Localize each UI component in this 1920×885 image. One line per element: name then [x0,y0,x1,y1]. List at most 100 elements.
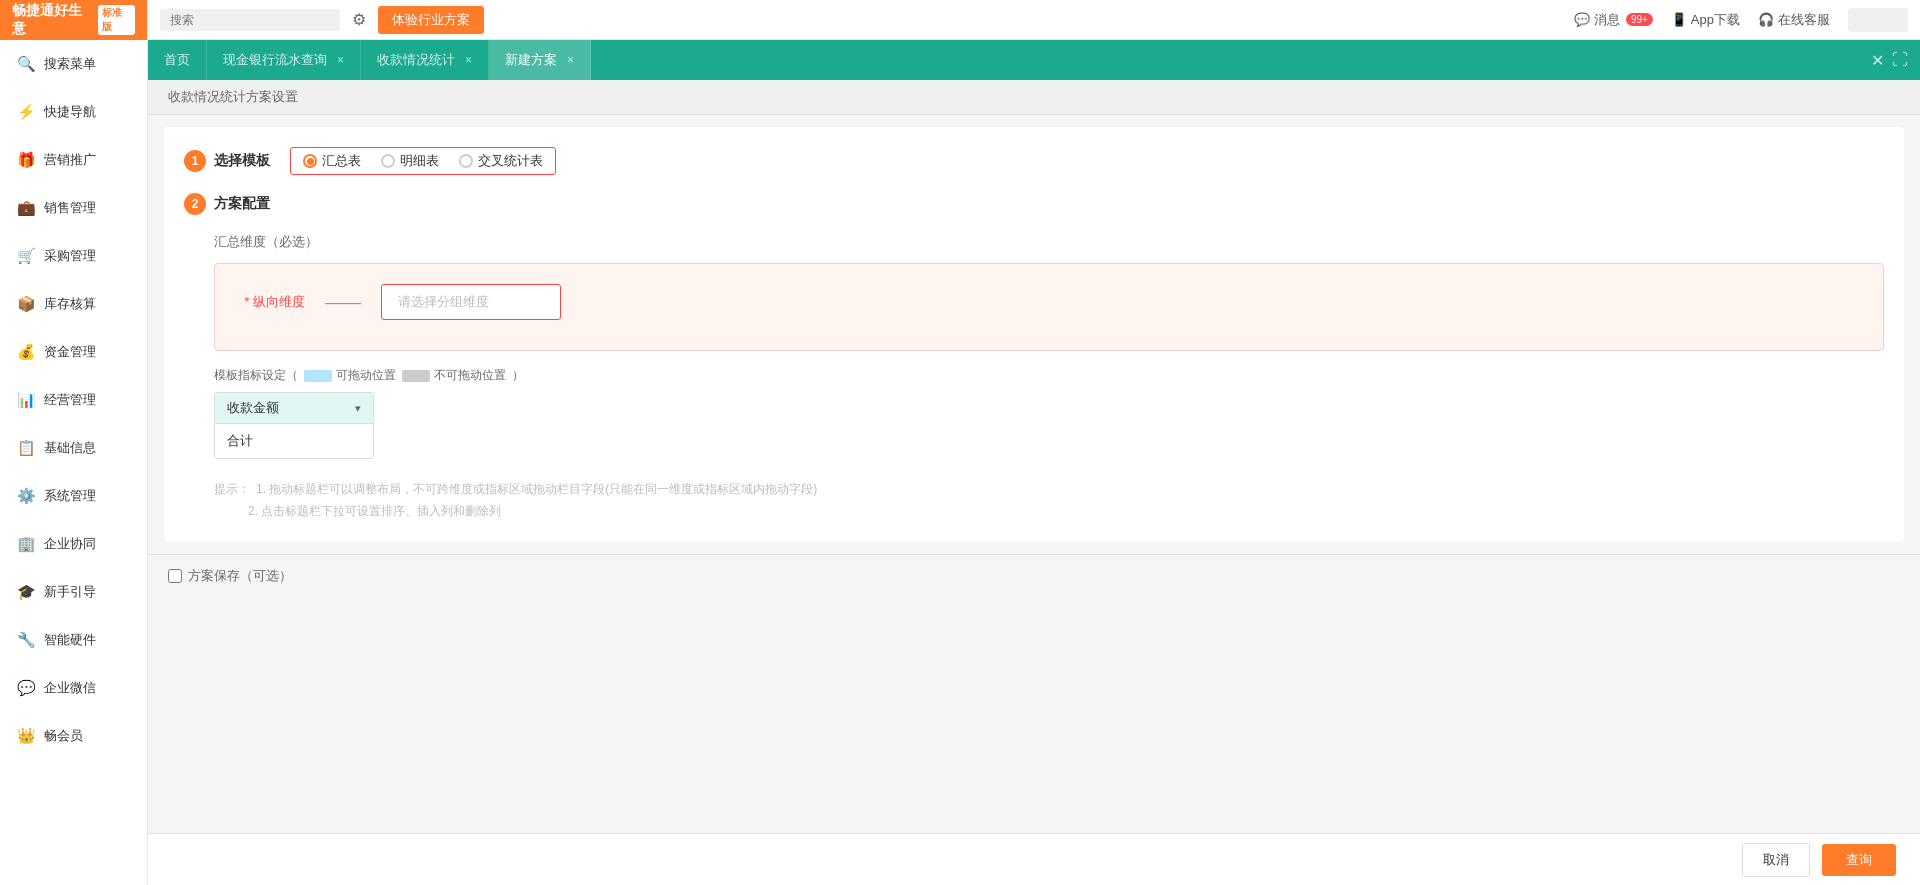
sidebar-item-inventory[interactable]: 📦 库存核算 [0,280,147,328]
fixed-legend-label: 不可拖动位置 [434,367,506,384]
tab-new-plan-close[interactable]: × [567,53,574,67]
metrics-table-row: 合计 [215,424,373,458]
sidebar-item-system[interactable]: ⚙️ 系统管理 [0,472,147,520]
sidebar-label-quick-nav: 快捷导航 [44,103,96,121]
radio-cross-circle [459,154,473,168]
tab-payment-stats[interactable]: 收款情况统计 × [361,40,489,80]
radio-summary-circle [303,154,317,168]
fixed-legend: 不可拖动位置 [402,367,506,384]
sidebar-item-enterprise[interactable]: 🏢 企业协同 [0,520,147,568]
hardware-icon: 🔧 [16,630,36,650]
vertical-dimension-row: * 纵向维度 —— 请选择分组维度 [235,284,1863,320]
settings-icon[interactable]: ⚙ [352,10,366,29]
tab-bank-flow-label: 现金银行流水查询 [223,51,327,69]
sidebar-item-quick-nav[interactable]: ⚡ 快捷导航 [0,88,147,136]
sidebar-item-wechat[interactable]: 💬 企业微信 [0,664,147,712]
sidebar-badge-label: 标准版 [98,5,135,35]
search-input[interactable] [160,9,340,31]
tips-line2: 2. 点击标题栏下拉可设置排序、插入列和删除列 [214,501,1884,523]
tab-bank-flow-close[interactable]: × [337,53,344,67]
search-menu-icon: 🔍 [16,54,36,74]
tips-label: 提示： [214,479,250,501]
tips-section: 提示： 1. 拖动标题栏可以调整布局，不可跨维度或指标区域拖动栏目字段(只能在同… [214,479,1884,522]
metrics-table-header-label: 收款金额 [227,399,279,417]
notice-button[interactable]: 💬 消息 99+ [1574,11,1653,29]
dimension-section-title: 汇总维度（必选） [214,233,1884,251]
service-icon: 🎧 [1758,12,1774,27]
service-label: 在线客服 [1778,11,1830,29]
sidebar-item-marketing[interactable]: 🎁 营销推广 [0,136,147,184]
topbar: ⚙ 体验行业方案 💬 消息 99+ 📱 App下载 🎧 在线客服 [148,0,1920,40]
tab-close-all-icon[interactable]: ✕ [1871,51,1884,70]
radio-detail-label: 明细表 [400,152,439,170]
metrics-dropdown-arrow[interactable]: ▾ [355,402,361,415]
cancel-button[interactable]: 取消 [1742,843,1810,877]
tips-line1: 提示： 1. 拖动标题栏可以调整布局，不可跨维度或指标区域拖动栏目字段(只能在同… [214,479,1884,501]
dimension-placeholder: 请选择分组维度 [398,294,489,309]
notice-icon: 💬 [1574,12,1590,27]
step1-title: 选择模板 [214,152,270,170]
sidebar-label-search-menu: 搜索菜单 [44,55,96,73]
sidebar: 畅捷通好生意 标准版 🔍 搜索菜单 ⚡ 快捷导航 🎁 营销推广 💼 销售管理 🛒… [0,0,148,885]
finance-icon: 💰 [16,342,36,362]
metrics-section: 模板指标设定（ 可拖动位置 不可拖动位置 ） [214,367,1884,459]
sidebar-label-guide: 新手引导 [44,583,96,601]
enterprise-icon: 🏢 [16,534,36,554]
footer-section: 方案保存（可选） [148,554,1920,597]
sidebar-item-member[interactable]: 👑 畅会员 [0,712,147,760]
sidebar-item-operation[interactable]: 📊 经营管理 [0,376,147,424]
member-icon: 👑 [16,726,36,746]
tips-text1: 1. 拖动标题栏可以调整布局，不可跨维度或指标区域拖动栏目字段(只能在同一维度或… [256,479,817,501]
step2-badge: 2 [184,193,206,215]
industry-plan-button[interactable]: 体验行业方案 [378,6,484,34]
tab-new-plan[interactable]: 新建方案 × [489,40,591,80]
tab-payment-stats-close[interactable]: × [465,53,472,67]
sidebar-item-hardware[interactable]: 🔧 智能硬件 [0,616,147,664]
config-card: 1 选择模板 汇总表 明细表 交叉统计表 [164,127,1904,542]
operation-icon: 📊 [16,390,36,410]
sidebar-item-basic-info[interactable]: 📋 基础信息 [0,424,147,472]
metrics-table-header[interactable]: 收款金额 ▾ [215,393,373,424]
step2-title: 方案配置 [214,195,270,213]
tab-payment-stats-label: 收款情况统计 [377,51,455,69]
sidebar-item-sales[interactable]: 💼 销售管理 [0,184,147,232]
sidebar-label-enterprise: 企业协同 [44,535,96,553]
sidebar-item-finance[interactable]: 💰 资金管理 [0,328,147,376]
sidebar-item-purchase[interactable]: 🛒 采购管理 [0,232,147,280]
tabs-actions: ✕ ⛶ [1859,51,1920,70]
user-avatar[interactable] [1848,8,1908,32]
basic-info-icon: 📋 [16,438,36,458]
save-plan-checkbox[interactable] [168,569,182,583]
metrics-table: 收款金额 ▾ 合计 [214,392,374,459]
metrics-table-row-label: 合计 [227,433,253,448]
tab-home[interactable]: 首页 [148,40,207,80]
download-button[interactable]: 📱 App下载 [1671,11,1740,29]
wechat-icon: 💬 [16,678,36,698]
radio-summary[interactable]: 汇总表 [303,152,361,170]
step2-indicator: 2 方案配置 [184,193,1884,215]
notice-label: 消息 [1594,11,1620,29]
template-options-box: 汇总表 明细表 交叉统计表 [290,147,556,175]
dimension-selector[interactable]: 请选择分组维度 [381,284,561,320]
sidebar-label-basic-info: 基础信息 [44,439,96,457]
sidebar-logo: 畅捷通好生意 标准版 [0,0,147,40]
tab-bar: 首页 现金银行流水查询 × 收款情况统计 × 新建方案 × ✕ ⛶ [148,40,1920,80]
radio-cross[interactable]: 交叉统计表 [459,152,543,170]
logo-text: 畅捷通好生意 [12,2,94,38]
sidebar-item-guide[interactable]: 🎓 新手引导 [0,568,147,616]
radio-cross-label: 交叉统计表 [478,152,543,170]
draggable-legend-dot [304,370,332,382]
radio-detail[interactable]: 明细表 [381,152,439,170]
sidebar-item-search-menu[interactable]: 🔍 搜索菜单 [0,40,147,88]
tab-expand-icon[interactable]: ⛶ [1892,51,1908,69]
tab-bank-flow[interactable]: 现金银行流水查询 × [207,40,361,80]
draggable-legend: 可拖动位置 [304,367,396,384]
sidebar-label-member: 畅会员 [44,727,83,745]
metrics-close-paren: ） [512,367,524,384]
tips-text2: 2. 点击标题栏下拉可设置排序、插入列和删除列 [248,501,501,523]
dimension-area: * 纵向维度 —— 请选择分组维度 [214,263,1884,351]
service-button[interactable]: 🎧 在线客服 [1758,11,1830,29]
sidebar-label-sales: 销售管理 [44,199,96,217]
query-button[interactable]: 查询 [1822,844,1896,876]
download-label: App下载 [1691,11,1740,29]
